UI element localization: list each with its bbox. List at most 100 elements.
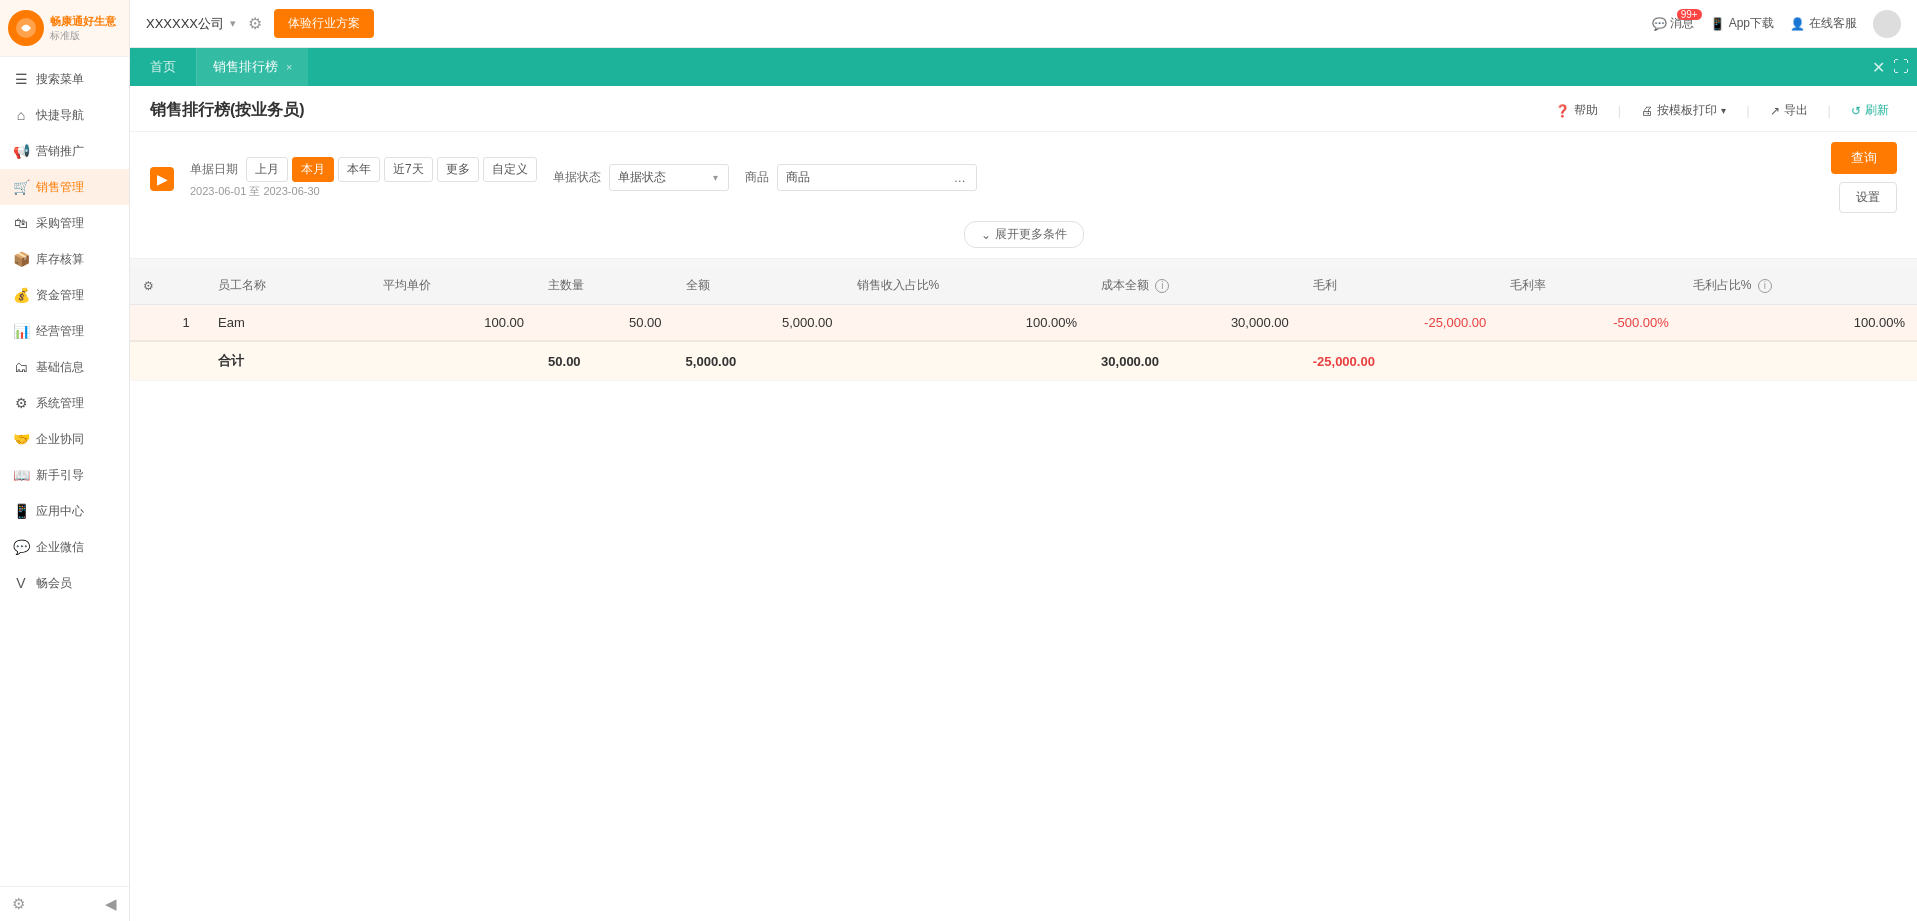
menu-label-system: 系统管理 <box>36 395 84 412</box>
help-btn[interactable]: ❓ 帮助 <box>1547 98 1606 123</box>
topbar-settings-icon[interactable]: ⚙ <box>248 14 262 33</box>
row-settings <box>130 305 166 342</box>
filter-expand-area: ⌄ 展开更多条件 <box>150 221 1897 248</box>
footer-amount: 5,000.00 <box>674 341 845 381</box>
tabbar-maximize-icon[interactable]: ⛶ <box>1893 58 1909 76</box>
menu-icon-wechat: 💬 <box>12 538 30 556</box>
table-header-row: ⚙ 员工名称 平均单价 主数量 全额 销售收入占比% 成本全额 i 毛利 <box>130 267 1917 305</box>
col-settings-header: ⚙ <box>130 267 166 305</box>
row-cost: 30,000.00 <box>1089 305 1301 342</box>
date-btn-本月[interactable]: 本月 <box>292 157 334 182</box>
table-row: 1 Eam 100.00 50.00 5,000.00 100.00% 30,0… <box>130 305 1917 342</box>
col-qty-header: 主数量 <box>536 267 674 305</box>
sidebar-item-system[interactable]: ⚙系统管理 <box>0 385 129 421</box>
goods-select[interactable]: 商品 … <box>777 164 977 191</box>
menu-icon-finance: 💰 <box>12 286 30 304</box>
menu-icon-apps: 📱 <box>12 502 30 520</box>
refresh-btn[interactable]: ↺ 刷新 <box>1843 98 1897 123</box>
date-btn-更多[interactable]: 更多 <box>437 157 479 182</box>
sidebar-menu: ☰ 搜索菜单 ⌂快捷导航📢营销推广🛒销售管理🛍采购管理📦库存核算💰资金管理📊经营管理… <box>0 57 129 886</box>
company-selector[interactable]: XXXXXX公司 ▾ <box>146 15 236 33</box>
tab-active-label: 销售排行榜 <box>213 58 278 76</box>
page-header-actions: ❓ 帮助 | 🖨 按模板打印 ▾ | ↗ 导出 | ↺ 刷新 <box>1547 98 1897 123</box>
print-btn[interactable]: 🖨 按模板打印 ▾ <box>1633 98 1734 123</box>
gross-pct-info-icon[interactable]: i <box>1758 279 1772 293</box>
sidebar-item-member[interactable]: V 畅会员 <box>0 565 129 601</box>
sidebar-item-sales[interactable]: 🛒销售管理 <box>0 169 129 205</box>
row-gross-pct: 100.00% <box>1681 305 1917 342</box>
table-container: ⚙ 员工名称 平均单价 主数量 全额 销售收入占比% 成本全额 i 毛利 <box>130 267 1917 921</box>
tabbar-actions: ✕ ⛶ <box>1872 58 1917 77</box>
row-gross-rate: -500.00% <box>1498 305 1681 342</box>
sidebar-item-purchase[interactable]: 🛍采购管理 <box>0 205 129 241</box>
settings-button[interactable]: 设置 <box>1839 182 1897 213</box>
menu-label-search: 搜索菜单 <box>36 71 84 88</box>
date-btn-近7天[interactable]: 近7天 <box>384 157 433 182</box>
tabbar-close-icon[interactable]: ✕ <box>1872 58 1885 77</box>
expand-more-btn[interactable]: ⌄ 展开更多条件 <box>964 221 1084 248</box>
menu-label-guide: 新手引导 <box>36 467 84 484</box>
row-rank: 1 <box>166 305 206 342</box>
topbar-message-btn[interactable]: 💬 消息 99+ <box>1652 15 1694 32</box>
app-download-btn[interactable]: 📱 App下载 <box>1710 15 1774 32</box>
status-filter-label: 单据状态 <box>553 169 601 186</box>
sidebar-logo: 畅康通好生意 标准版 <box>0 0 129 57</box>
sidebar-settings-icon[interactable]: ⚙ <box>12 895 25 913</box>
sidebar-item-finance[interactable]: 💰资金管理 <box>0 277 129 313</box>
footer-gross-rate <box>1498 341 1681 381</box>
logo-text: 畅康通好生意 <box>50 14 116 29</box>
help-icon: ❓ <box>1555 104 1570 118</box>
sidebar-item-marketing[interactable]: 📢营销推广 <box>0 133 129 169</box>
date-btn-本年[interactable]: 本年 <box>338 157 380 182</box>
sidebar-collapse-icon[interactable]: ◀ <box>105 895 117 913</box>
sidebar-item-guide[interactable]: 📖 新手引导 <box>0 457 129 493</box>
sidebar-item-enterprise[interactable]: 🤝企业协同 <box>0 421 129 457</box>
sidebar-item-operations[interactable]: 📊经营管理 <box>0 313 129 349</box>
cost-info-icon[interactable]: i <box>1155 279 1169 293</box>
app-download-icon: 📱 <box>1710 17 1725 31</box>
status-select[interactable]: 单据状态 ▾ <box>609 164 729 191</box>
sidebar-item-quick-nav[interactable]: ⌂快捷导航 <box>0 97 129 133</box>
user-avatar[interactable] <box>1873 10 1901 38</box>
tab-sales-ranking[interactable]: 销售排行榜 × <box>197 48 308 86</box>
support-icon: 👤 <box>1790 17 1805 31</box>
query-button[interactable]: 查询 <box>1831 142 1897 174</box>
menu-icon-purchase: 🛍 <box>12 214 30 232</box>
menu-label-apps: 应用中心 <box>36 503 84 520</box>
sidebar-item-apps[interactable]: 📱 应用中心 <box>0 493 129 529</box>
help-label: 帮助 <box>1574 102 1598 119</box>
menu-icon-inventory: 📦 <box>12 250 30 268</box>
main-area: XXXXXX公司 ▾ ⚙ 体验行业方案 💬 消息 99+ 📱 App下载 👤 在… <box>130 0 1917 921</box>
online-support-btn[interactable]: 👤 在线客服 <box>1790 15 1857 32</box>
date-btn-自定义[interactable]: 自定义 <box>483 157 537 182</box>
date-btn-上月[interactable]: 上月 <box>246 157 288 182</box>
col-settings-icon[interactable]: ⚙ <box>143 279 154 293</box>
refresh-icon: ↺ <box>1851 104 1861 118</box>
menu-label-wechat: 企业微信 <box>36 539 84 556</box>
sidebar-item-basic[interactable]: 🗂基础信息 <box>0 349 129 385</box>
col-avg-price-header: 平均单价 <box>371 267 536 305</box>
footer-settings-cell <box>130 341 206 381</box>
col-name-header: 员工名称 <box>206 267 371 305</box>
trial-button[interactable]: 体验行业方案 <box>274 9 374 38</box>
refresh-label: 刷新 <box>1865 102 1889 119</box>
menu-icon-member: V <box>12 574 30 592</box>
menu-label-member: 畅会员 <box>36 575 72 592</box>
footer-cost: 30,000.00 <box>1089 341 1301 381</box>
footer-avg-price <box>371 341 536 381</box>
menu-icon-sales: 🛒 <box>12 178 30 196</box>
tab-home[interactable]: 首页 <box>130 48 197 86</box>
sidebar-item-wechat[interactable]: 💬 企业微信 <box>0 529 129 565</box>
menu-icon-guide: 📖 <box>12 466 30 484</box>
sidebar-item-search[interactable]: ☰ 搜索菜单 <box>0 61 129 97</box>
filter-toggle-btn[interactable]: ▶ <box>150 167 174 191</box>
row-sales-pct: 100.00% <box>845 305 1090 342</box>
goods-more-icon[interactable]: … <box>954 171 966 185</box>
message-icon: 💬 <box>1652 17 1667 31</box>
export-btn[interactable]: ↗ 导出 <box>1762 98 1816 123</box>
tab-close-icon[interactable]: × <box>286 61 292 73</box>
company-chevron-icon: ▾ <box>230 17 236 30</box>
sidebar-item-inventory[interactable]: 📦库存核算 <box>0 241 129 277</box>
menu-icon-search: ☰ <box>12 70 30 88</box>
col-rank-header <box>166 267 206 305</box>
